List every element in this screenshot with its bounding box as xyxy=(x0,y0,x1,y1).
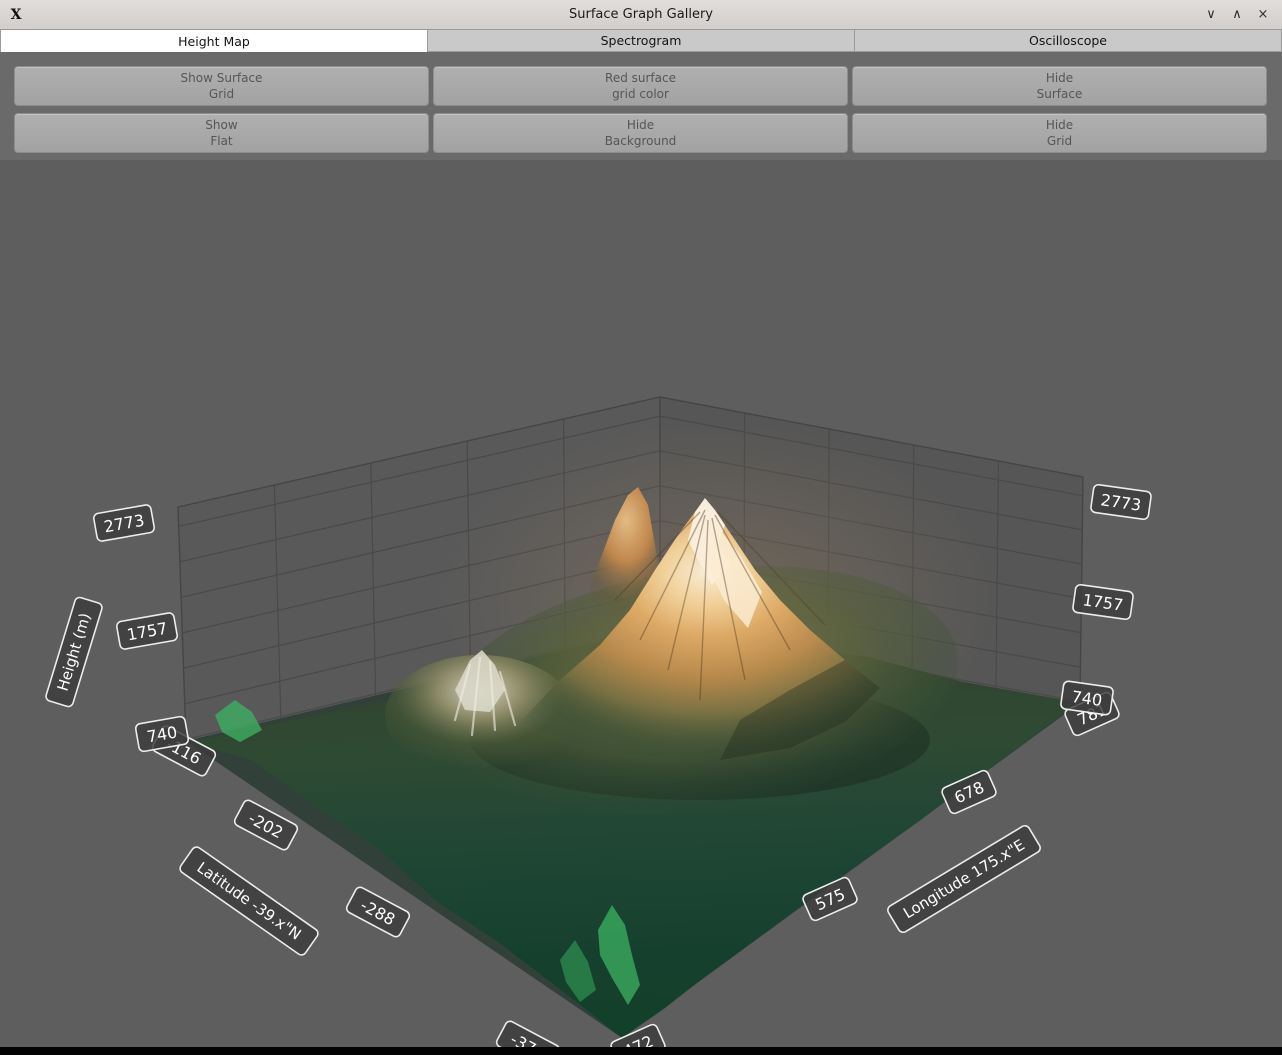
surface-plot-view[interactable]: -116 2773 1757 740 Height (m) 781 2773 xyxy=(0,0,1282,1055)
shade-window-icon[interactable]: ∨ xyxy=(1202,6,1220,24)
tab-spectrogram[interactable]: Spectrogram xyxy=(428,29,855,52)
window-controls: ∨ ∧ × xyxy=(1202,6,1282,24)
tab-height-map[interactable]: Height Map xyxy=(0,29,428,52)
close-window-icon[interactable]: × xyxy=(1254,6,1272,24)
hide-background-button[interactable]: Hide Background xyxy=(433,113,848,153)
show-surface-grid-button[interactable]: Show Surface Grid xyxy=(14,66,429,106)
window-title: Surface Graph Gallery xyxy=(0,7,1282,22)
window-bottom-strip xyxy=(0,1047,1282,1055)
app-window: { "window": { "title": "Surface Graph Ga… xyxy=(0,0,1282,1055)
show-flat-button[interactable]: Show Flat xyxy=(14,113,429,153)
maximize-window-icon[interactable]: ∧ xyxy=(1228,6,1246,24)
hide-surface-button[interactable]: Hide Surface xyxy=(852,66,1267,106)
app-icon: X xyxy=(7,6,25,24)
warm-light-overlay xyxy=(440,420,1000,780)
control-button-grid: Show Surface Grid Red surface grid color… xyxy=(14,66,1267,153)
tab-bar: Height Map Spectrogram Oscilloscope xyxy=(0,29,1282,52)
title-bar[interactable]: X Surface Graph Gallery ∨ ∧ × xyxy=(0,0,1282,30)
tab-oscilloscope[interactable]: Oscilloscope xyxy=(855,29,1282,52)
height-axis-tick: 740 xyxy=(1060,681,1113,716)
red-surface-grid-color-button[interactable]: Red surface grid color xyxy=(433,66,848,106)
hide-grid-button[interactable]: Hide Grid xyxy=(852,113,1267,153)
